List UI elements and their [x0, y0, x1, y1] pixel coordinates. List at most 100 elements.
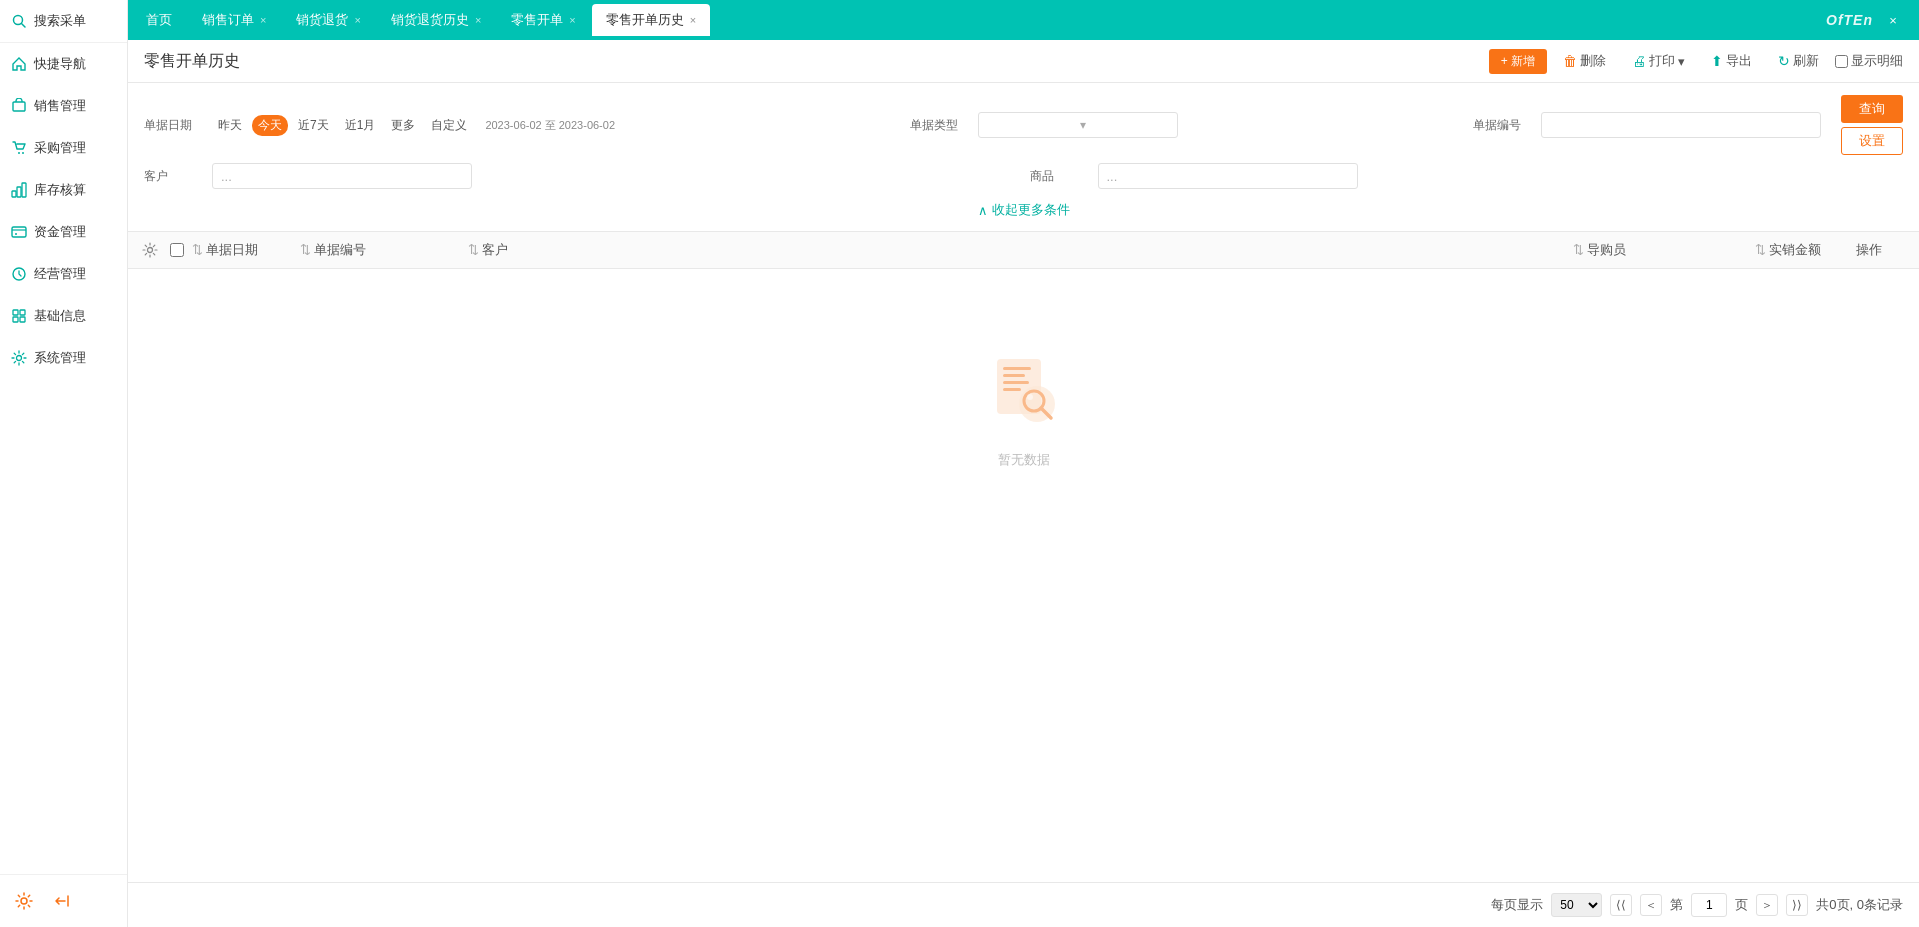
page-input[interactable] [1691, 893, 1727, 917]
svg-rect-13 [20, 317, 25, 322]
sidebar-item-inventory[interactable]: 库存核算 [0, 169, 127, 211]
query-button[interactable]: 查询 [1841, 95, 1903, 123]
first-page-button[interactable]: ⟨⟨ [1610, 894, 1632, 916]
purchase-icon [10, 139, 28, 157]
svg-line-1 [22, 24, 26, 28]
export-icon: ⬆ [1711, 53, 1723, 69]
date-btn-more[interactable]: 更多 [385, 115, 421, 136]
svg-rect-12 [13, 317, 18, 322]
set-button[interactable]: 设置 [1841, 127, 1903, 155]
print-button[interactable]: 🖨 打印 ▾ [1622, 48, 1695, 74]
delete-icon: 🗑 [1563, 53, 1577, 69]
tab-sales-return-history[interactable]: 销货退货历史 × [377, 4, 495, 36]
sidebar-item-purchase-mgmt[interactable]: 采购管理 [0, 127, 127, 169]
print-dropdown-arrow[interactable]: ▾ [1678, 54, 1685, 69]
settings-button[interactable] [10, 887, 38, 915]
column-settings-button[interactable] [138, 238, 162, 262]
col-customer: ⇅ 客户 [468, 241, 1565, 259]
svg-rect-10 [13, 310, 18, 315]
table-area: ⇅ 单据日期 ⇅ 单据编号 ⇅ 客户 ⇅ 导购员 ⇅ 实销金额 操作 [128, 232, 1919, 882]
prev-page-button[interactable]: ＜ [1640, 894, 1662, 916]
sort-icon[interactable]: ⇅ [468, 242, 479, 257]
page-size-label: 每页显示 [1491, 896, 1543, 914]
svg-rect-5 [12, 191, 16, 197]
tab-close-sales-return[interactable]: × [354, 14, 360, 26]
next-page-button[interactable]: ＞ [1756, 894, 1778, 916]
tab-close-sales-order[interactable]: × [260, 14, 266, 26]
jump-label: 第 [1670, 896, 1683, 914]
last-page-button[interactable]: ⟩⟩ [1786, 894, 1808, 916]
refresh-button[interactable]: ↻ 刷新 [1768, 48, 1829, 74]
export-button[interactable]: ⬆ 导出 [1701, 48, 1762, 74]
tab-sales-order[interactable]: 销售订单 × [188, 4, 280, 36]
select-all-checkbox[interactable] [170, 243, 184, 257]
date-btn-7days[interactable]: 近7天 [292, 115, 335, 136]
date-btn-1month[interactable]: 近1月 [339, 115, 382, 136]
sort-icon[interactable]: ⇅ [300, 242, 311, 257]
doc-type-label: 单据类型 [910, 117, 966, 134]
date-filter-label: 单据日期 [144, 117, 200, 134]
customer-label: 客户 [144, 168, 200, 185]
table-toolbar-row: ⇅ 单据日期 ⇅ 单据编号 ⇅ 客户 ⇅ 导购员 ⇅ 实销金额 操作 [128, 232, 1919, 269]
sidebar-item-finance[interactable]: 资金管理 [0, 211, 127, 253]
date-range-text: 2023-06-02 至 2023-06-02 [485, 118, 615, 133]
sidebar-item-label: 采购管理 [34, 139, 86, 157]
sidebar-item-label: 资金管理 [34, 223, 86, 241]
sidebar-item-label: 库存核算 [34, 181, 86, 199]
doc-type-select[interactable]: ▾ [978, 112, 1178, 138]
sales-icon [10, 97, 28, 115]
doc-no-input[interactable] [1541, 112, 1821, 138]
svg-point-15 [21, 898, 27, 904]
svg-point-14 [17, 356, 22, 361]
collapse-filter-btn[interactable]: ∧ 收起更多条件 [144, 197, 1903, 223]
sidebar-search[interactable]: 搜索采单 [0, 0, 127, 43]
top-nav: 首页 销售订单 × 销货退货 × 销货退货历史 × 零售开单 × 零售开单历史 … [128, 0, 1919, 40]
sort-icon[interactable]: ⇅ [1755, 242, 1766, 257]
sidebar-item-label: 快捷导航 [34, 55, 86, 73]
show-detail-checkbox[interactable] [1835, 55, 1848, 68]
sidebar-item-sys-mgmt[interactable]: 系统管理 [0, 337, 127, 379]
page-label: 页 [1735, 896, 1748, 914]
col-action: 操作 [1829, 241, 1909, 259]
sidebar: 搜索采单 快捷导航 销售管理 采购管理 [0, 0, 128, 927]
tab-home[interactable]: 首页 [132, 4, 186, 36]
delete-button[interactable]: 🗑 删除 [1553, 48, 1616, 74]
filter-area: 单据日期 昨天 今天 近7天 近1月 更多 自定义 2023-06-02 至 2… [128, 83, 1919, 232]
sidebar-item-sales-mgmt[interactable]: 销售管理 [0, 85, 127, 127]
new-button[interactable]: + 新增 [1489, 49, 1547, 74]
tab-retail-open-history[interactable]: 零售开单历史 × [592, 4, 710, 36]
tab-close-sales-return-history[interactable]: × [475, 14, 481, 26]
svg-rect-20 [1003, 381, 1029, 384]
svg-rect-7 [22, 183, 26, 197]
svg-point-4 [22, 152, 24, 154]
filter-row-1: 单据日期 昨天 今天 近7天 近1月 更多 自定义 2023-06-02 至 2… [144, 95, 1903, 155]
show-detail-checkbox-wrap[interactable]: 显示明细 [1835, 52, 1903, 70]
sidebar-item-basic-info[interactable]: 基础信息 [0, 295, 127, 337]
sidebar-item-operations[interactable]: 经营管理 [0, 253, 127, 295]
tab-close-retail-open-history[interactable]: × [690, 14, 696, 26]
tab-sales-return[interactable]: 销货退货 × [282, 4, 374, 36]
date-btn-yesterday[interactable]: 昨天 [212, 115, 248, 136]
svg-point-9 [15, 233, 17, 235]
tab-retail-open[interactable]: 零售开单 × [497, 4, 589, 36]
customer-input[interactable]: ... [212, 163, 472, 189]
svg-rect-19 [1003, 374, 1025, 377]
svg-rect-21 [1003, 388, 1021, 391]
tab-close-retail-open[interactable]: × [569, 14, 575, 26]
goods-input[interactable]: ... [1098, 163, 1358, 189]
ops-icon [10, 265, 28, 283]
page-size-select[interactable]: 20 50 100 200 [1551, 893, 1602, 917]
window-close-button[interactable]: × [1881, 8, 1905, 32]
toolbar: 零售开单历史 + 新增 🗑 删除 🖨 打印 ▾ ⬆ 导出 ↻ 刷新 显示明细 [128, 40, 1919, 83]
refresh-icon: ↻ [1778, 53, 1790, 69]
date-btn-custom[interactable]: 自定义 [425, 115, 473, 136]
svg-rect-2 [13, 102, 25, 111]
empty-text: 暂无数据 [998, 451, 1050, 469]
sidebar-collapse-button[interactable] [48, 887, 76, 915]
sort-icon[interactable]: ⇅ [1573, 242, 1584, 257]
sort-icon[interactable]: ⇅ [192, 242, 203, 257]
date-btn-today[interactable]: 今天 [252, 115, 288, 136]
sidebar-item-quick-nav[interactable]: 快捷导航 [0, 43, 127, 85]
svg-rect-18 [1003, 367, 1031, 370]
svg-point-3 [18, 152, 20, 154]
